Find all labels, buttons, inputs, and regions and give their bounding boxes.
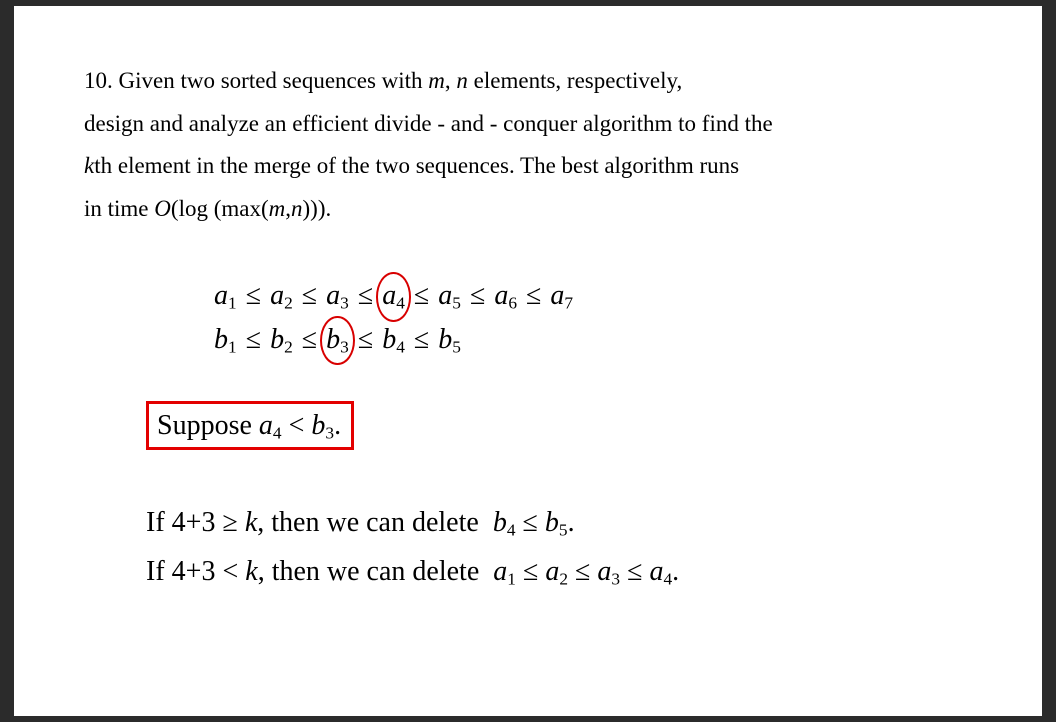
- var-k: k: [84, 153, 94, 178]
- le-op: ≤: [516, 556, 545, 587]
- b3-circled: b3: [326, 318, 349, 361]
- ge-op: ≥: [215, 507, 244, 538]
- a2: a2: [545, 556, 568, 587]
- problem-text: ,: [445, 68, 457, 93]
- case-1: If 4+3 ≥ k, then we can delete b4 ≤ b5.: [146, 498, 972, 547]
- dot: .: [672, 556, 679, 587]
- a4: a4: [259, 410, 282, 441]
- sequence-b: b1 ≤ b2 ≤ b3 ≤ b4 ≤ b5: [214, 318, 972, 361]
- if-word: If: [146, 507, 172, 538]
- case-analysis: If 4+3 ≥ k, then we can delete b4 ≤ b5. …: [146, 498, 972, 596]
- a1: a1: [486, 556, 516, 587]
- case-2: If 4+3 < k, then we can delete a1 ≤ a2 ≤…: [146, 547, 972, 596]
- a2: a2: [270, 274, 293, 317]
- b5: b5: [545, 507, 568, 538]
- var-n: n: [456, 68, 468, 93]
- var-m: m: [269, 196, 286, 221]
- lt-op: <: [215, 556, 245, 587]
- var-m: m: [428, 68, 445, 93]
- num: 3: [201, 556, 215, 587]
- b4: b4: [382, 318, 405, 361]
- problem-text: Given two sorted sequences with: [119, 68, 429, 93]
- problem-number: 10.: [84, 68, 113, 93]
- math-sequences: a1 ≤ a2 ≤ a3 ≤ a4 ≤ a5 ≤ a6 ≤ a7 b1 ≤ b2…: [214, 274, 972, 361]
- sequence-a: a1 ≤ a2 ≤ a3 ≤ a4 ≤ a5 ≤ a6 ≤ a7: [214, 274, 972, 317]
- problem-text: elements, respectively,: [468, 68, 682, 93]
- le-op: ≤: [244, 280, 263, 311]
- then-text: then we can delete: [265, 556, 480, 587]
- problem-text: (log (max(: [171, 196, 269, 221]
- a1: a1: [214, 274, 237, 317]
- le-op: ≤: [412, 280, 431, 311]
- plus-op: +: [186, 507, 202, 538]
- var-n: n: [291, 196, 303, 221]
- a4-circled: a4: [382, 274, 405, 317]
- le-op: ≤: [524, 280, 543, 311]
- lt-op: <: [282, 410, 312, 441]
- problem-text: in time: [84, 196, 154, 221]
- b5: b5: [438, 318, 461, 361]
- suppose-word: Suppose: [157, 410, 259, 441]
- document-page: 10. Given two sorted sequences with m, n…: [14, 6, 1042, 716]
- le-op: ≤: [356, 280, 375, 311]
- num: 4: [172, 556, 186, 587]
- le-op: ≤: [516, 507, 545, 538]
- problem-text: ))).: [303, 196, 332, 221]
- le-op: ≤: [300, 324, 319, 355]
- a6: a6: [494, 274, 517, 317]
- pdf-viewer-viewport: 10. Given two sorted sequences with m, n…: [0, 0, 1056, 722]
- suppose-highlight-box: Suppose a4 < b3.: [146, 401, 354, 450]
- comma: ,: [258, 556, 265, 587]
- if-word: If: [146, 556, 172, 587]
- var-k: k: [245, 507, 257, 538]
- dot: .: [568, 507, 575, 538]
- var-k: k: [245, 556, 257, 587]
- big-O: O: [154, 196, 171, 221]
- le-op: ≤: [356, 324, 375, 355]
- le-op: ≤: [300, 280, 319, 311]
- b3: b3: [311, 410, 334, 441]
- plus-op: +: [186, 556, 202, 587]
- then-text: then we can delete: [264, 507, 479, 538]
- a3: a3: [597, 556, 620, 587]
- num: 4: [172, 507, 186, 538]
- b4: b4: [486, 507, 516, 538]
- le-op: ≤: [620, 556, 649, 587]
- le-op: ≤: [244, 324, 263, 355]
- a5: a5: [438, 274, 461, 317]
- problem-statement: 10. Given two sorted sequences with m, n…: [84, 60, 972, 230]
- b2: b2: [270, 318, 293, 361]
- a3: a3: [326, 274, 349, 317]
- a7: a7: [550, 274, 573, 317]
- dot: .: [334, 410, 341, 441]
- le-op: ≤: [468, 280, 487, 311]
- num: 3: [201, 507, 215, 538]
- a4: a4: [649, 556, 672, 587]
- b1: b1: [214, 318, 237, 361]
- le-op: ≤: [568, 556, 597, 587]
- problem-text: design and analyze an efficient divide -…: [84, 111, 773, 136]
- le-op: ≤: [412, 324, 431, 355]
- problem-text: th element in the merge of the two seque…: [94, 153, 739, 178]
